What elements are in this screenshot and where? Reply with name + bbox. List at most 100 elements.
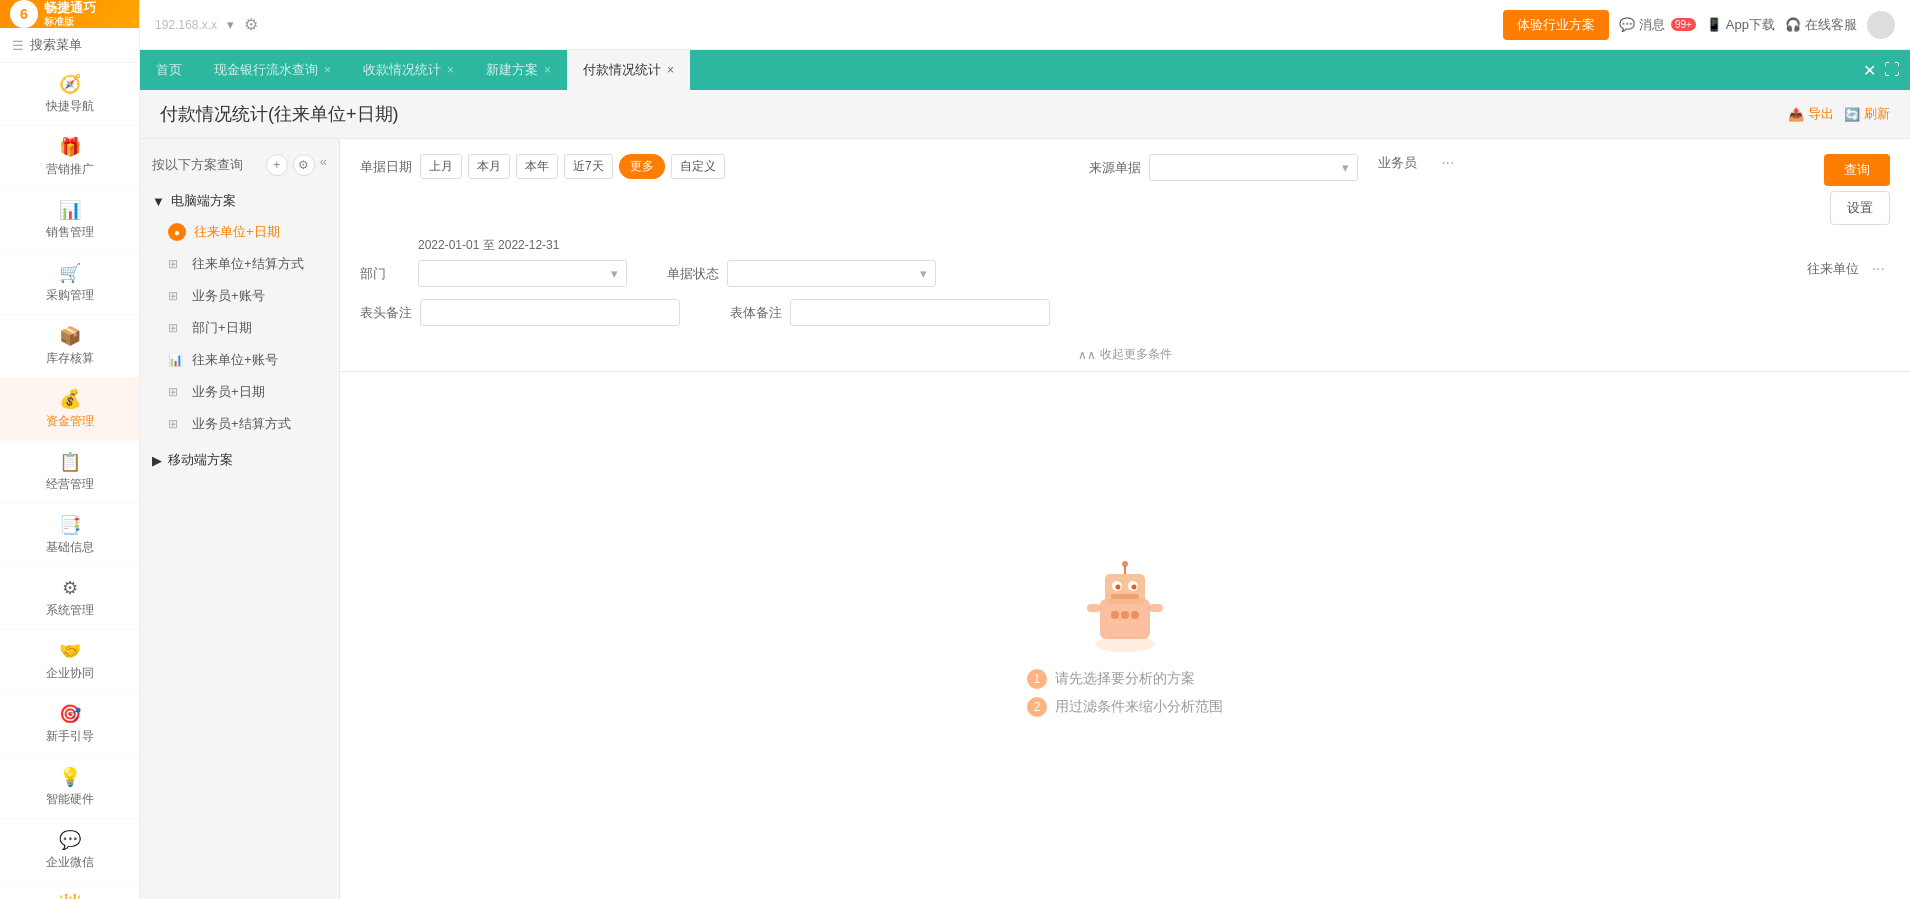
staff-select-dots[interactable]: ··· [1436,154,1459,172]
scheme-unit-date-label: 往来单位+日期 [194,223,280,241]
scheme-item-unit-account[interactable]: 📊 往来单位+账号 [140,344,339,376]
voucher-status-filter-label: 单据状态 [667,265,719,283]
collapse-more-btn[interactable]: ∧∧ 收起更多条件 [1078,346,1172,363]
mobile-group-title[interactable]: ▶ 移动端方案 [140,445,339,475]
sidebar-search[interactable]: ☰ 搜索菜单 [0,28,139,63]
sidebar-item-system[interactable]: ⚙ 系统管理 [0,567,139,630]
sidebar-item-member[interactable]: 👑 畅会员 [0,882,139,899]
page-title: 付款情况统计(往来单位+日期) [160,102,399,126]
date-btn-7days[interactable]: 近7天 [564,154,613,179]
messages-btn[interactable]: 💬 消息 99+ [1619,16,1696,34]
scheme-item-staff-settle[interactable]: ⊞ 业务员+结算方式 [140,408,339,440]
date-btn-custom[interactable]: 自定义 [671,154,725,179]
scheme-staff-account-label: 业务员+账号 [192,287,265,305]
voucher-status-select[interactable]: ▾ [727,260,936,287]
sidebar-item-collab[interactable]: 🤝 企业协同 [0,630,139,693]
messages-label: 消息 [1639,16,1665,34]
scheme-item-staff-account[interactable]: ⊞ 业务员+账号 [140,280,339,312]
sidebar-item-quicknav[interactable]: 🧭 快捷导航 [0,63,139,126]
tab-payments-close[interactable]: × [667,63,674,77]
dept-select[interactable]: ▾ [418,260,627,287]
refresh-btn[interactable]: 🔄 刷新 [1844,105,1890,123]
topbar-dropdown-icon[interactable]: ▾ [227,17,234,32]
scheme-settings-icon: ⚙ [298,158,309,172]
sidebar-item-operation[interactable]: 📋 经营管理 [0,441,139,504]
headset-icon: 🎧 [1785,17,1801,32]
tab-payments[interactable]: 付款情况统计 × [567,50,690,90]
export-btn[interactable]: 📤 导出 [1788,105,1834,123]
export-icon: 📤 [1788,107,1804,122]
scheme-item-dept-date[interactable]: ⊞ 部门+日期 [140,312,339,344]
page-actions: 📤 导出 🔄 刷新 [1788,105,1890,123]
app-download-btn[interactable]: 📱 App下载 [1706,16,1775,34]
date-btn-last-month[interactable]: 上月 [420,154,462,179]
tab-cashflow-close[interactable]: × [324,63,331,77]
sidebar-item-guide[interactable]: 🎯 新手引导 [0,693,139,756]
sidebar-item-finance[interactable]: 💰 资金管理 [0,378,139,441]
system-label: 系统管理 [46,602,94,619]
dept-arrow-icon: ▾ [603,266,626,281]
body-note-input[interactable] [790,299,1050,326]
scheme-collapse-btn[interactable]: « [320,154,327,176]
scheme-grid-icon-4: ⊞ [168,385,184,399]
full-content: 单据日期 上月 本月 本年 近7天 更多 自定义 来源单据 [340,139,1910,899]
date-btn-this-month[interactable]: 本月 [468,154,510,179]
related-unit-dots[interactable]: ··· [1867,260,1890,278]
tab-cashflow[interactable]: 现金银行流水查询 × [198,50,347,90]
filter-staff-item: 业务员 ··· [1378,154,1459,172]
sidebar-item-marketing[interactable]: 🎁 营销推广 [0,126,139,189]
query-btn[interactable]: 查询 [1824,154,1890,186]
sidebar-item-sales[interactable]: 📊 销售管理 [0,189,139,252]
scheme-settings-btn[interactable]: ⚙ [293,154,315,176]
collapse-btn-label: 收起更多条件 [1100,346,1172,363]
svg-point-9 [1111,611,1119,619]
voucher-status-arrow-icon: ▾ [912,266,935,281]
tab-close-all-icon[interactable]: ✕ [1863,61,1876,80]
header-note-input[interactable] [420,299,680,326]
search-menu-label: 搜索菜单 [30,36,82,54]
sidebar: 6 畅捷通巧 标准版 ☰ 搜索菜单 🧭 快捷导航 🎁 营销推广 📊 销售管理 🛒… [0,0,140,899]
topbar-settings-icon[interactable]: ⚙ [244,15,258,34]
empty-tip-2: 2 用过滤条件来缩小分析范围 [1027,697,1223,717]
source-select[interactable]: ▾ [1149,154,1358,181]
tab-newplan[interactable]: 新建方案 × [470,50,567,90]
scheme-panel-title: 按以下方案查询 [152,156,243,174]
body-note-label: 表体备注 [730,304,782,322]
scheme-item-unit-settle[interactable]: ⊞ 往来单位+结算方式 [140,248,339,280]
weapp-label: 企业微信 [46,854,94,871]
sidebar-item-weapp[interactable]: 💬 企业微信 [0,819,139,882]
date-btn-this-year[interactable]: 本年 [516,154,558,179]
trial-btn[interactable]: 体验行业方案 [1503,10,1609,40]
online-service-btn[interactable]: 🎧 在线客服 [1785,16,1857,34]
dept-input[interactable] [419,261,603,286]
scheme-staff-date-label: 业务员+日期 [192,383,265,401]
setting-btn[interactable]: 设置 [1830,191,1890,225]
sidebar-item-basic[interactable]: 📑 基础信息 [0,504,139,567]
tab-receipts-close[interactable]: × [447,63,454,77]
sidebar-item-inventory[interactable]: 📦 库存核算 [0,315,139,378]
sidebar-item-hardware[interactable]: 💡 智能硬件 [0,756,139,819]
sales-label: 销售管理 [46,224,94,241]
tab-maximize-icon[interactable]: ⛶ [1884,61,1900,79]
add-scheme-btn[interactable]: + [266,154,288,176]
user-avatar[interactable] [1867,11,1895,39]
scheme-grid-icon-1: ⊞ [168,257,184,271]
tab-receipts[interactable]: 收款情况统计 × [347,50,470,90]
scheme-item-staff-date[interactable]: ⊞ 业务员+日期 [140,376,339,408]
source-filter-label: 来源单据 [1089,159,1141,177]
tab-newplan-close[interactable]: × [544,63,551,77]
date-btn-more[interactable]: 更多 [619,154,665,179]
filter-row-2: 部门 ▾ 单据状态 ▾ 往来单位 [360,260,1890,287]
tab-home[interactable]: 首页 [140,50,198,90]
scheme-panel-actions: + ⚙ « [266,154,327,176]
date-filter-label: 单据日期 [360,158,412,176]
voucher-status-input[interactable] [728,261,912,286]
desktop-group-title[interactable]: ▼ 电脑端方案 [140,186,339,216]
scheme-item-unit-date[interactable]: ● 往来单位+日期 [140,216,339,248]
breadcrumb-addr: 192.168.x.x [155,18,217,32]
source-input[interactable] [1150,155,1334,180]
basic-icon: 📑 [59,514,81,536]
sidebar-item-purchase[interactable]: 🛒 采购管理 [0,252,139,315]
dept-filter-label: 部门 [360,265,410,283]
guide-label: 新手引导 [46,728,94,745]
